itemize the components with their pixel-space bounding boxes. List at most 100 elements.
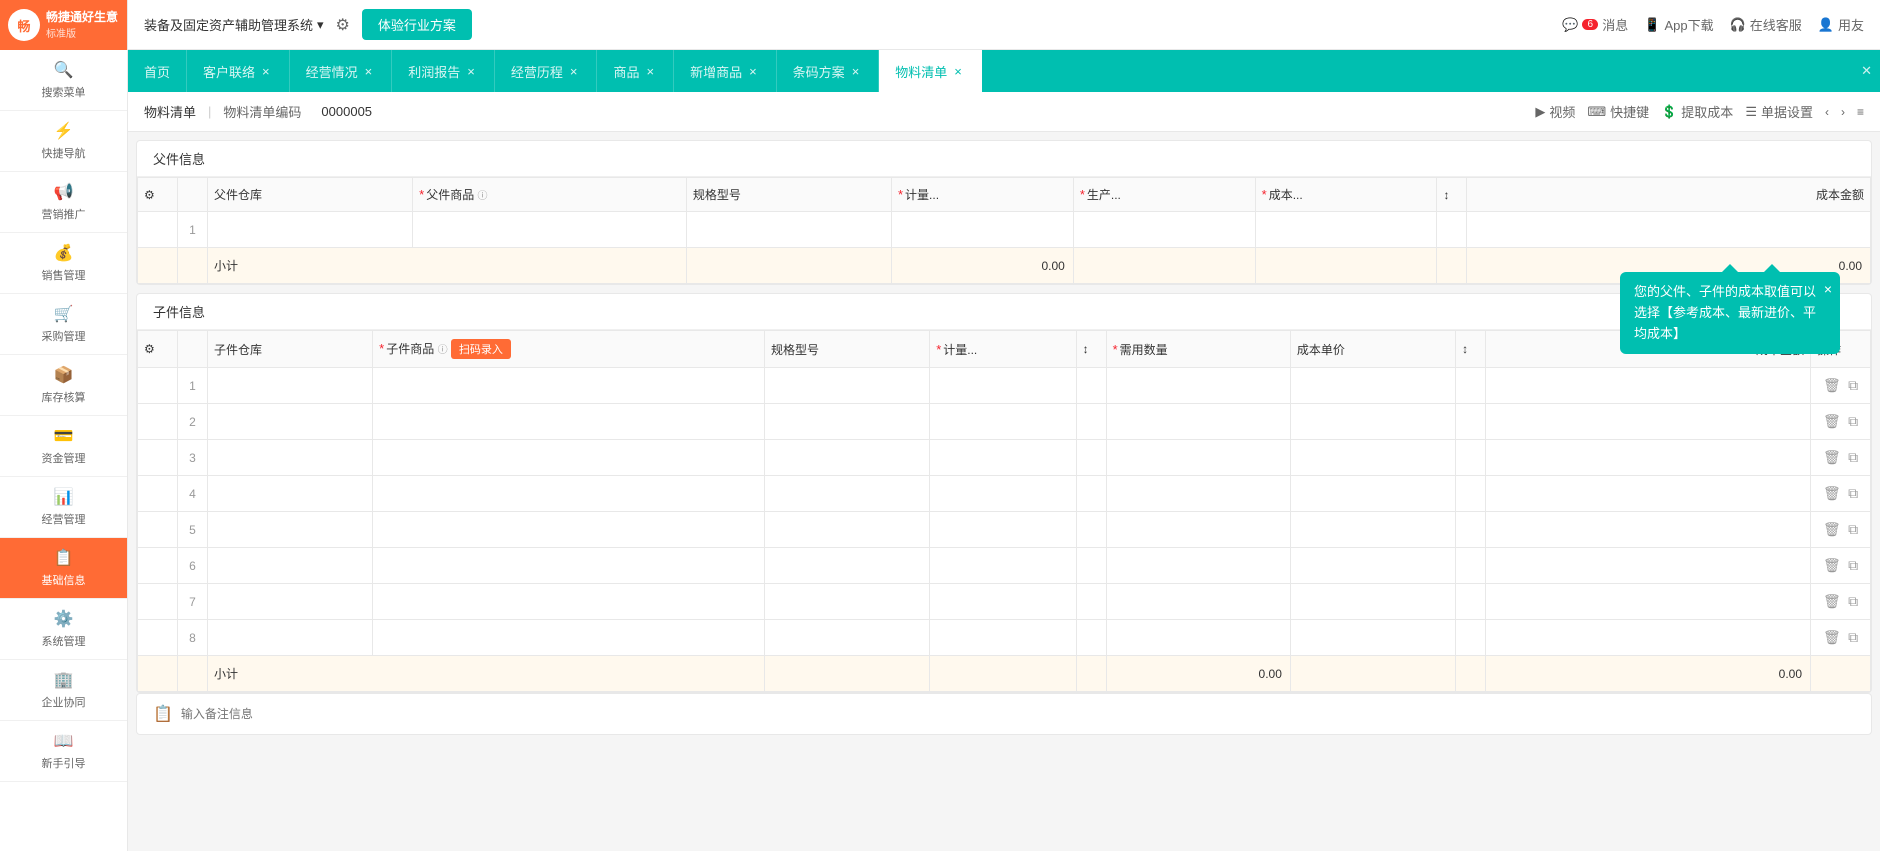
- tab-operation-status[interactable]: 经营情况 ×: [290, 50, 393, 92]
- copy-icon[interactable]: ⧉: [1846, 411, 1860, 431]
- child-row6-product[interactable]: [373, 548, 765, 584]
- child-row6-cost-unit[interactable]: [1290, 548, 1455, 584]
- child-row3-cost-unit[interactable]: [1290, 440, 1455, 476]
- copy-icon[interactable]: ⧉: [1846, 483, 1860, 503]
- copy-icon[interactable]: ⧉: [1846, 519, 1860, 539]
- child-row7-product[interactable]: [373, 584, 765, 620]
- sidebar-item-sales[interactable]: 💰 销售管理: [0, 233, 127, 294]
- child-row2-req-qty[interactable]: [1106, 404, 1290, 440]
- tab-customer-close[interactable]: ×: [259, 63, 273, 80]
- sidebar-item-search[interactable]: 🔍 搜索菜单: [0, 50, 127, 111]
- delete-icon[interactable]: 🗑: [1821, 483, 1843, 503]
- child-row4-quantity[interactable]: [930, 476, 1076, 512]
- child-row7-spec[interactable]: [765, 584, 930, 620]
- child-row2-product[interactable]: [373, 404, 765, 440]
- child-row2-quantity[interactable]: [930, 404, 1076, 440]
- tab-history[interactable]: 经营历程 ×: [495, 50, 598, 92]
- child-row5-product[interactable]: [373, 512, 765, 548]
- child-row5-req-qty[interactable]: [1106, 512, 1290, 548]
- tab-product[interactable]: 商品 ×: [597, 50, 674, 92]
- parent-row1-cost[interactable]: [1255, 212, 1437, 248]
- message-button[interactable]: 💬 6 消息: [1562, 15, 1628, 34]
- nav-next-button[interactable]: ›: [1841, 105, 1845, 119]
- child-row2-warehouse[interactable]: [208, 404, 373, 440]
- delete-icon[interactable]: 🗑: [1821, 519, 1843, 539]
- sidebar-item-marketing[interactable]: 📢 营销推广: [0, 172, 127, 233]
- child-row2-spec[interactable]: [765, 404, 930, 440]
- view-toggle-button[interactable]: ≡: [1857, 105, 1864, 119]
- sidebar-item-purchase[interactable]: 🛒 采购管理: [0, 294, 127, 355]
- tab-home[interactable]: 首页: [128, 50, 187, 92]
- child-row8-product[interactable]: [373, 620, 765, 656]
- child-row6-quantity[interactable]: [930, 548, 1076, 584]
- user-button[interactable]: 👤 用友: [1818, 15, 1864, 34]
- child-row4-req-qty[interactable]: [1106, 476, 1290, 512]
- extract-cost-button[interactable]: 💲 提取成本: [1661, 102, 1733, 121]
- child-row1-spec[interactable]: [765, 368, 930, 404]
- tab-profit-close[interactable]: ×: [464, 63, 478, 80]
- child-row7-cost-unit[interactable]: [1290, 584, 1455, 620]
- child-row7-req-qty[interactable]: [1106, 584, 1290, 620]
- delete-icon[interactable]: 🗑: [1821, 591, 1843, 611]
- copy-icon[interactable]: ⧉: [1846, 591, 1860, 611]
- tab-bom-close[interactable]: ×: [951, 63, 965, 80]
- system-title[interactable]: 装备及固定资产辅助管理系统 ▾: [144, 15, 324, 34]
- child-row7-warehouse[interactable]: [208, 584, 373, 620]
- child-row3-spec[interactable]: [765, 440, 930, 476]
- settings-icon[interactable]: ⚙: [336, 15, 350, 35]
- parent-row1-sort[interactable]: [1437, 212, 1467, 248]
- child-row5-cost-unit[interactable]: [1290, 512, 1455, 548]
- delete-icon[interactable]: 🗑: [1821, 375, 1843, 395]
- tab-new-product-close[interactable]: ×: [746, 63, 760, 80]
- sidebar-item-finance[interactable]: 💳 资金管理: [0, 416, 127, 477]
- parent-row1-product[interactable]: [413, 212, 687, 248]
- child-row7-quantity[interactable]: [930, 584, 1076, 620]
- breadcrumb-bom-list[interactable]: 物料清单: [144, 102, 196, 121]
- parent-row1-warehouse[interactable]: [208, 212, 413, 248]
- child-row3-req-qty[interactable]: [1106, 440, 1290, 476]
- copy-icon[interactable]: ⧉: [1846, 627, 1860, 647]
- tab-barcode-close[interactable]: ×: [849, 63, 863, 80]
- delete-icon[interactable]: 🗑: [1821, 411, 1843, 431]
- delete-icon[interactable]: 🗑: [1821, 555, 1843, 575]
- child-row4-cost-unit[interactable]: [1290, 476, 1455, 512]
- nav-prev-button[interactable]: ‹: [1825, 105, 1829, 119]
- shortcut-button[interactable]: ⌨ 快捷键: [1587, 102, 1649, 121]
- delete-icon[interactable]: 🗑: [1821, 627, 1843, 647]
- tab-customer[interactable]: 客户联络 ×: [187, 50, 290, 92]
- tab-history-close[interactable]: ×: [567, 63, 581, 80]
- sidebar-item-basic[interactable]: 📋 基础信息: [0, 538, 127, 599]
- child-row3-quantity[interactable]: [930, 440, 1076, 476]
- child-row4-spec[interactable]: [765, 476, 930, 512]
- tab-product-close[interactable]: ×: [643, 63, 657, 80]
- child-row6-spec[interactable]: [765, 548, 930, 584]
- parent-row1-quantity[interactable]: [891, 212, 1073, 248]
- child-row1-quantity[interactable]: [930, 368, 1076, 404]
- support-button[interactable]: 🎧 在线客服: [1730, 15, 1802, 34]
- single-settings-button[interactable]: ☰ 单据设置: [1745, 102, 1813, 121]
- child-row5-spec[interactable]: [765, 512, 930, 548]
- scan-button[interactable]: 扫码录入: [451, 339, 511, 359]
- parent-row1-spec[interactable]: [686, 212, 891, 248]
- sidebar-item-system[interactable]: ⚙️ 系统管理: [0, 599, 127, 660]
- child-row2-cost-unit[interactable]: [1290, 404, 1455, 440]
- copy-icon[interactable]: ⧉: [1846, 447, 1860, 467]
- child-row3-warehouse[interactable]: [208, 440, 373, 476]
- trial-button[interactable]: 体验行业方案: [362, 9, 472, 40]
- child-row1-req-qty[interactable]: [1106, 368, 1290, 404]
- tab-profit[interactable]: 利润报告 ×: [392, 50, 495, 92]
- child-row5-warehouse[interactable]: [208, 512, 373, 548]
- copy-icon[interactable]: ⧉: [1846, 555, 1860, 575]
- tab-bom[interactable]: 物料清单 ×: [879, 50, 982, 92]
- child-row6-req-qty[interactable]: [1106, 548, 1290, 584]
- tab-new-product[interactable]: 新增商品 ×: [674, 50, 777, 92]
- child-row8-quantity[interactable]: [930, 620, 1076, 656]
- child-row3-product[interactable]: [373, 440, 765, 476]
- close-all-tabs[interactable]: ✕: [1853, 63, 1880, 79]
- tab-operation-status-close[interactable]: ×: [362, 63, 376, 80]
- child-row4-product[interactable]: [373, 476, 765, 512]
- sidebar-item-inventory[interactable]: 📦 库存核算: [0, 355, 127, 416]
- child-row1-product[interactable]: [373, 368, 765, 404]
- app-download-button[interactable]: 📱 App下载: [1644, 15, 1713, 34]
- child-row8-warehouse[interactable]: [208, 620, 373, 656]
